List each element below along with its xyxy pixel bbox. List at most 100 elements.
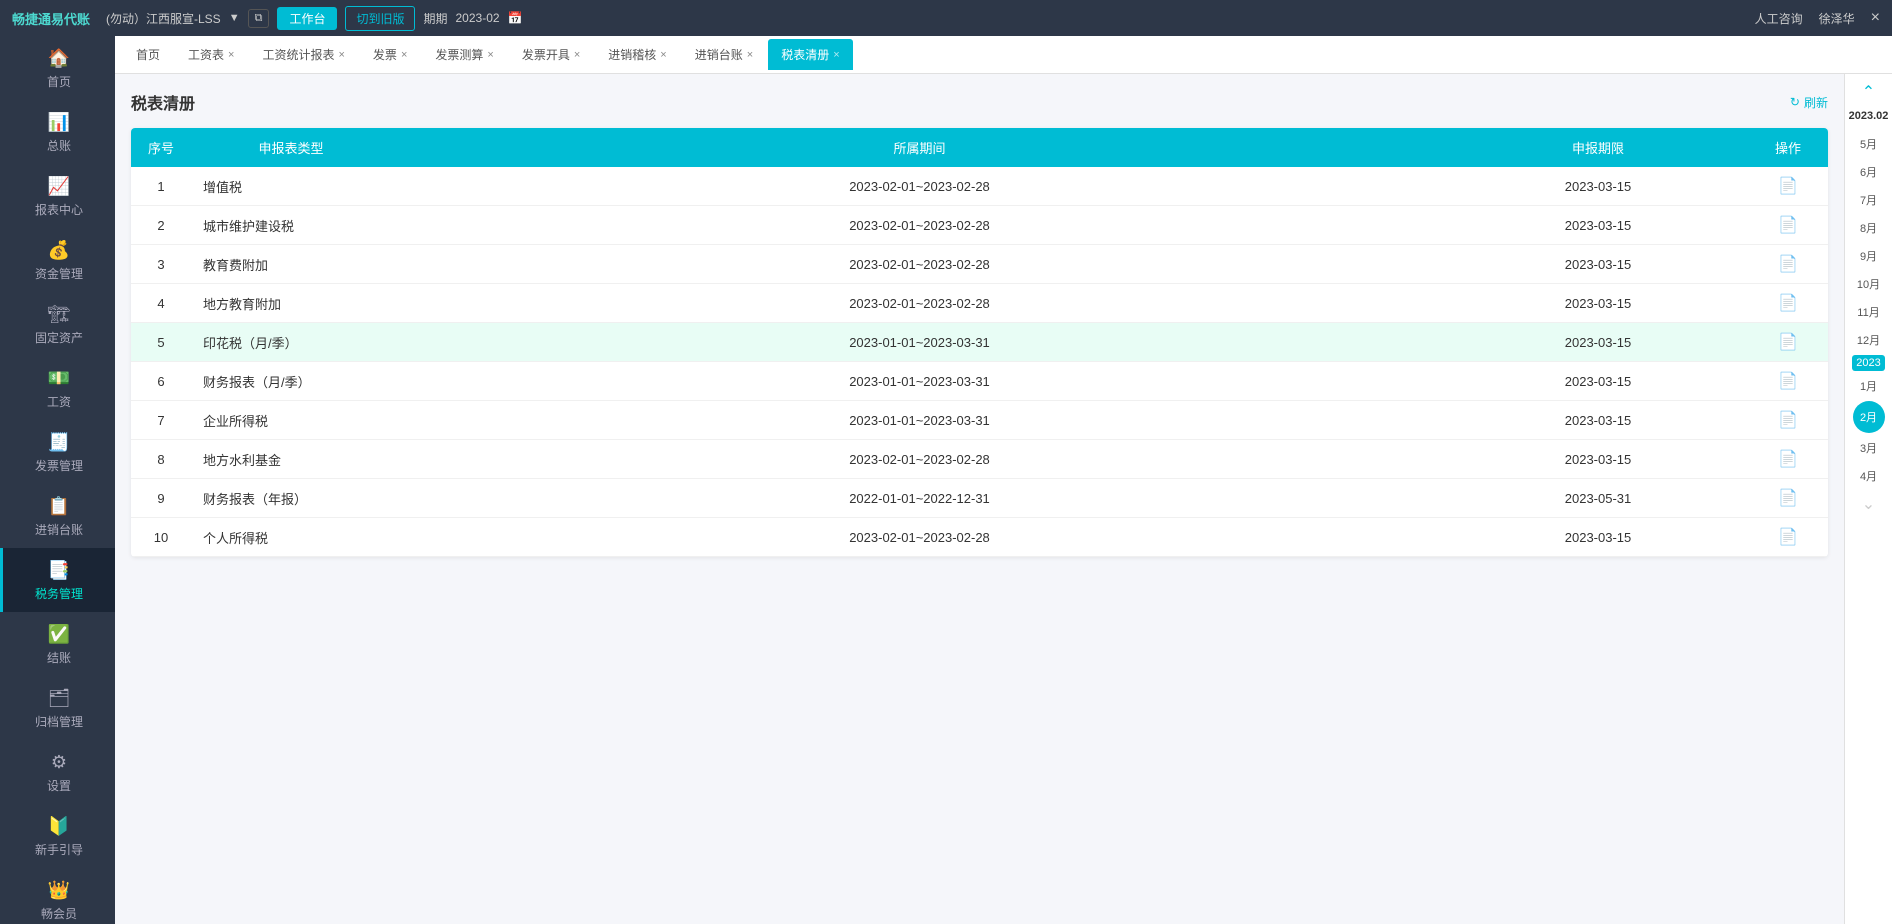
cell-deadline: 2023-03-15 bbox=[1448, 284, 1748, 323]
invoice-icon: 🧾 bbox=[48, 432, 70, 453]
action-icon[interactable]: 📄 bbox=[1778, 412, 1798, 429]
panel-month-7[interactable]: 7月 bbox=[1851, 187, 1887, 213]
settle-icon: ✅ bbox=[48, 624, 70, 645]
table-body: 1 增值税 2023-02-01~2023-02-28 2023-03-15 📄… bbox=[131, 167, 1828, 557]
sidebar-item-salary[interactable]: 💵 工资 bbox=[0, 356, 115, 420]
action-icon[interactable]: 📄 bbox=[1778, 373, 1798, 390]
panel-down-btn[interactable]: ⌄ bbox=[1862, 494, 1875, 514]
sidebar-item-guide[interactable]: 🔰 新手引导 bbox=[0, 804, 115, 868]
action-icon[interactable]: 📄 bbox=[1778, 217, 1798, 234]
sidebar-item-archive[interactable]: 🗂 归档管理 bbox=[0, 676, 115, 740]
panel-month-11[interactable]: 11月 bbox=[1851, 299, 1887, 325]
calendar-icon[interactable]: 📅 bbox=[508, 11, 523, 25]
refresh-btn[interactable]: ↻ 刷新 bbox=[1790, 94, 1828, 111]
company-dropdown[interactable]: ▼ bbox=[229, 12, 240, 24]
tab-invoice-close[interactable]: × bbox=[401, 49, 407, 61]
action-icon[interactable]: 📄 bbox=[1778, 334, 1798, 351]
tab-sales-ledger-close[interactable]: × bbox=[747, 49, 753, 61]
cell-action[interactable]: 📄 bbox=[1748, 323, 1828, 362]
cell-deadline: 2023-03-15 bbox=[1448, 245, 1748, 284]
ai-consult[interactable]: 人工咨询 bbox=[1755, 10, 1803, 27]
tab-invoice[interactable]: 发票 × bbox=[360, 39, 420, 70]
cell-deadline: 2023-03-15 bbox=[1448, 401, 1748, 440]
tab-invoice-open-close[interactable]: × bbox=[574, 49, 580, 61]
cell-action[interactable]: 📄 bbox=[1748, 167, 1828, 206]
tab-sales-check-close[interactable]: × bbox=[660, 49, 666, 61]
copy-btn[interactable]: ⧉ bbox=[248, 9, 270, 28]
panel-month-5[interactable]: 5月 bbox=[1851, 131, 1887, 157]
action-icon[interactable]: 📄 bbox=[1778, 529, 1798, 546]
tab-tax-clear-close[interactable]: × bbox=[833, 49, 839, 61]
cell-type: 城市维护建设税 bbox=[191, 206, 391, 245]
tab-invoice-calc-label: 发票测算 bbox=[435, 46, 483, 63]
window-close-btn[interactable]: × bbox=[1871, 9, 1880, 27]
cell-action[interactable]: 📄 bbox=[1748, 440, 1828, 479]
sidebar-item-tax[interactable]: 📑 税务管理 bbox=[0, 548, 115, 612]
tab-invoice-calc[interactable]: 发票测算 × bbox=[422, 39, 506, 70]
col-header-seq: 序号 bbox=[131, 128, 191, 167]
cell-action[interactable]: 📄 bbox=[1748, 518, 1828, 557]
tab-tax-clear[interactable]: 税表清册 × bbox=[768, 39, 852, 70]
panel-month-9[interactable]: 9月 bbox=[1851, 243, 1887, 269]
refresh-icon: ↻ bbox=[1790, 95, 1800, 109]
action-icon[interactable]: 📄 bbox=[1778, 490, 1798, 507]
cell-deadline: 2023-03-15 bbox=[1448, 362, 1748, 401]
cell-action[interactable]: 📄 bbox=[1748, 479, 1828, 518]
panel-month-8[interactable]: 8月 bbox=[1851, 215, 1887, 241]
tab-salary-report-close[interactable]: × bbox=[338, 49, 344, 61]
workbench-btn[interactable]: 工作台 bbox=[277, 7, 337, 30]
panel-month-12[interactable]: 12月 bbox=[1851, 327, 1887, 353]
tab-invoice-calc-close[interactable]: × bbox=[487, 49, 493, 61]
cell-action[interactable]: 📄 bbox=[1748, 362, 1828, 401]
cell-period: 2023-02-01~2023-02-28 bbox=[391, 284, 1448, 323]
sidebar-item-label: 进销台账 bbox=[35, 521, 83, 538]
sidebar-item-home[interactable]: 🏠 首页 bbox=[0, 36, 115, 100]
action-icon[interactable]: 📄 bbox=[1778, 451, 1798, 468]
sidebar-item-fixed[interactable]: 🏗 固定资产 bbox=[0, 292, 115, 356]
tab-invoice-open[interactable]: 发票开具 × bbox=[509, 39, 593, 70]
cell-deadline: 2023-05-31 bbox=[1448, 479, 1748, 518]
cell-seq: 9 bbox=[131, 479, 191, 518]
sidebar-item-settle[interactable]: ✅ 结账 bbox=[0, 612, 115, 676]
sidebar-item-reconcile[interactable]: 📋 进销台账 bbox=[0, 484, 115, 548]
panel-month-3[interactable]: 3月 bbox=[1851, 435, 1887, 461]
tab-sales-ledger[interactable]: 进销台账 × bbox=[682, 39, 766, 70]
panel-month-2-active[interactable]: 2月 bbox=[1853, 401, 1885, 433]
sidebar-item-ledger[interactable]: 📊 总账 bbox=[0, 100, 115, 164]
panel-year-badge[interactable]: 2023 bbox=[1852, 355, 1884, 371]
sidebar-item-fund[interactable]: 💰 资金管理 bbox=[0, 228, 115, 292]
tab-salary[interactable]: 工资表 × bbox=[175, 39, 247, 70]
action-icon[interactable]: 📄 bbox=[1778, 178, 1798, 195]
tab-salary-report[interactable]: 工资统计报表 × bbox=[249, 39, 357, 70]
action-icon[interactable]: 📄 bbox=[1778, 295, 1798, 312]
cell-type: 地方水利基金 bbox=[191, 440, 391, 479]
sidebar-item-label: 新手引导 bbox=[35, 841, 83, 858]
panel-month-10[interactable]: 10月 bbox=[1851, 271, 1887, 297]
page-header: 税表清册 ↻ 刷新 bbox=[131, 90, 1828, 114]
user-name[interactable]: 徐泽华 bbox=[1819, 10, 1855, 27]
action-icon[interactable]: 📄 bbox=[1778, 256, 1798, 273]
tab-home-label: 首页 bbox=[136, 46, 160, 63]
cell-action[interactable]: 📄 bbox=[1748, 206, 1828, 245]
panel-month-4[interactable]: 4月 bbox=[1851, 463, 1887, 489]
sidebar-item-report[interactable]: 📈 报表中心 bbox=[0, 164, 115, 228]
cell-action[interactable]: 📄 bbox=[1748, 284, 1828, 323]
cell-action[interactable]: 📄 bbox=[1748, 401, 1828, 440]
sidebar-item-member[interactable]: 👑 畅会员 bbox=[0, 868, 115, 924]
sidebar-item-settings[interactable]: ⚙ 设置 bbox=[0, 740, 115, 804]
panel-month-1[interactable]: 1月 bbox=[1851, 373, 1887, 399]
settings-icon: ⚙ bbox=[51, 752, 67, 773]
cell-action[interactable]: 📄 bbox=[1748, 245, 1828, 284]
table-row: 9 财务报表（年报） 2022-01-01~2022-12-31 2023-05… bbox=[131, 479, 1828, 518]
table-row: 5 印花税（月/季） 2023-01-01~2023-03-31 2023-03… bbox=[131, 323, 1828, 362]
table-row: 2 城市维护建设税 2023-02-01~2023-02-28 2023-03-… bbox=[131, 206, 1828, 245]
switch-old-btn[interactable]: 切到旧版 bbox=[345, 6, 415, 31]
panel-up-btn[interactable]: ⌃ bbox=[1862, 82, 1875, 102]
tab-salary-close[interactable]: × bbox=[228, 49, 234, 61]
tab-sales-check[interactable]: 进销稽核 × bbox=[595, 39, 679, 70]
sidebar-item-label: 畅会员 bbox=[41, 905, 77, 922]
sidebar-item-invoice[interactable]: 🧾 发票管理 bbox=[0, 420, 115, 484]
tab-home[interactable]: 首页 bbox=[123, 39, 173, 70]
panel-month-6[interactable]: 6月 bbox=[1851, 159, 1887, 185]
report-icon: 📈 bbox=[48, 176, 70, 197]
